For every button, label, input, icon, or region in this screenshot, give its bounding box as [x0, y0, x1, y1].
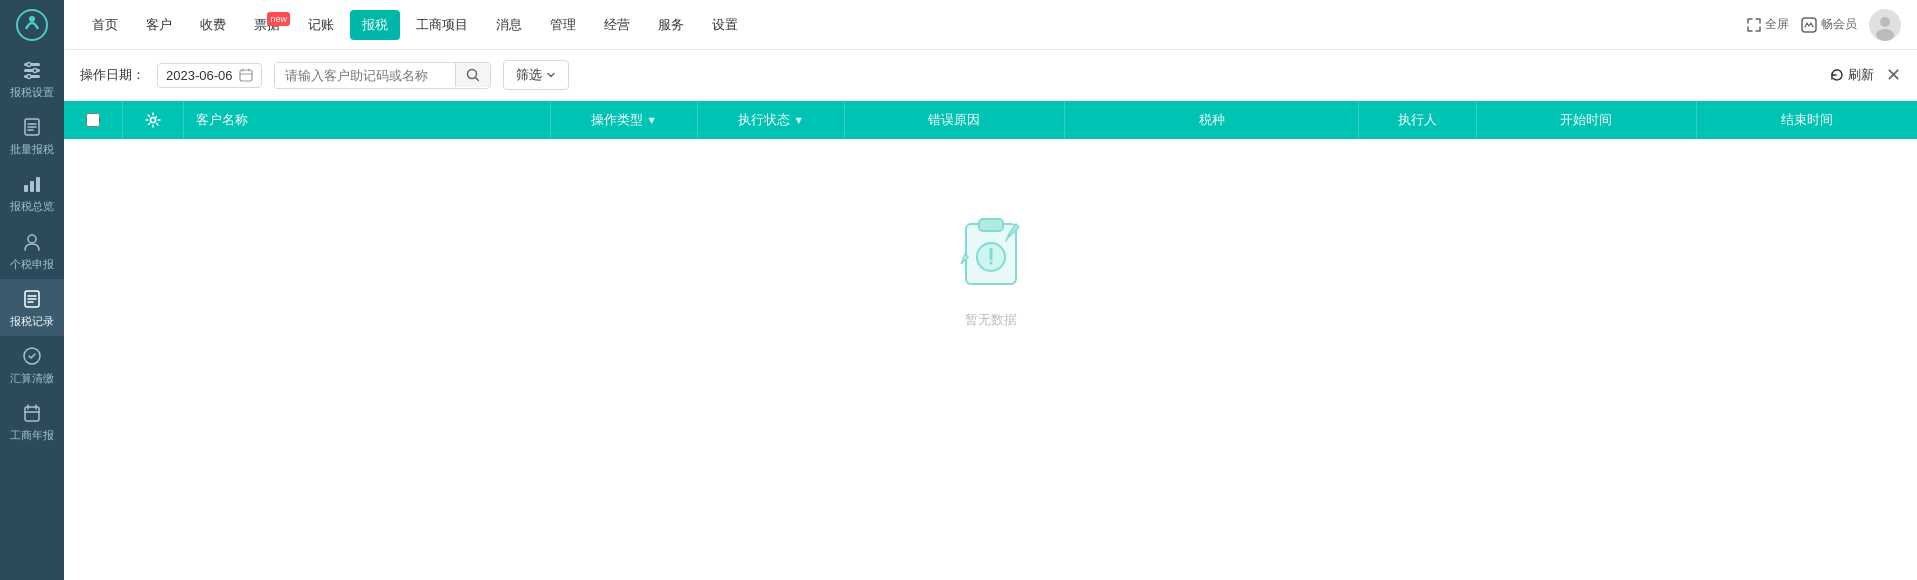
col-end-time-header: 结束时间 [1781, 112, 1833, 127]
sidebar-item-huisuanqingsuan[interactable]: 汇算清缴 [0, 336, 64, 393]
svg-rect-9 [24, 185, 28, 192]
search-input[interactable] [275, 63, 455, 88]
col-tax-header: 税种 [1199, 112, 1225, 127]
nav-item-baoshui[interactable]: 报税 [350, 10, 400, 40]
settlement-icon [20, 344, 44, 368]
nav-item-jingying[interactable]: 经营 [592, 10, 642, 40]
col-executor-header: 执行人 [1398, 112, 1437, 127]
filter-button[interactable]: 筛选 [503, 60, 569, 90]
new-badge: new [267, 12, 290, 26]
member-button[interactable]: 畅会员 [1801, 16, 1857, 33]
svg-rect-20 [240, 70, 252, 81]
settings-icon [20, 58, 44, 82]
filter-label: 筛选 [516, 66, 542, 84]
search-wrapper [274, 62, 491, 89]
svg-rect-11 [36, 177, 40, 192]
sidebar-item-gerensuishen[interactable]: 个税申报 [0, 222, 64, 279]
search-icon [466, 68, 480, 82]
chevron-down-icon [546, 70, 556, 80]
sidebar-item-label: 批量报税 [10, 143, 54, 156]
nav-item-shezhi[interactable]: 设置 [700, 10, 750, 40]
nav-item-guanli[interactable]: 管理 [538, 10, 588, 40]
sidebar-item-baoshuijilu[interactable]: 报税记录 [0, 279, 64, 336]
nav-item-jizhang[interactable]: 记账 [296, 10, 346, 40]
svg-point-26 [989, 262, 992, 265]
nav-item-xiaoxi[interactable]: 消息 [484, 10, 534, 40]
svg-point-7 [27, 75, 31, 79]
personal-tax-icon [20, 230, 44, 254]
close-button[interactable]: ✕ [1886, 66, 1901, 84]
svg-point-5 [27, 63, 31, 67]
member-icon [1801, 17, 1817, 33]
batch-tax-icon [20, 115, 44, 139]
date-value: 2023-06-06 [166, 68, 233, 83]
svg-point-1 [29, 16, 35, 22]
refresh-icon [1830, 68, 1844, 82]
svg-rect-15 [25, 407, 39, 421]
user-avatar[interactable] [1869, 9, 1901, 41]
sidebar-item-baoshuishezhi[interactable]: 报税设置 [0, 50, 64, 107]
date-label: 操作日期： [80, 66, 145, 84]
sidebar-item-label: 报税设置 [10, 86, 54, 99]
svg-point-6 [33, 69, 37, 73]
sidebar-item-baoshuizonglan[interactable]: 报税总览 [0, 164, 64, 221]
nav-item-shouye[interactable]: 首页 [80, 10, 130, 40]
calendar-icon [239, 68, 253, 82]
nav-item-gongshangxiangmu[interactable]: 工商项目 [404, 10, 480, 40]
select-all-checkbox[interactable] [86, 113, 100, 127]
search-button[interactable] [455, 63, 490, 87]
sidebar-item-gongshangnianbian[interactable]: 工商年报 [0, 393, 64, 450]
record-icon [20, 287, 44, 311]
col-status-header: 执行状态 [738, 112, 790, 127]
gear-icon[interactable] [145, 112, 161, 128]
empty-state: 暂无数据 [64, 139, 1917, 389]
refresh-label: 刷新 [1848, 66, 1874, 84]
nav-item-shoufei[interactable]: 收费 [188, 10, 238, 40]
toolbar: 操作日期： 2023-06-06 筛选 [64, 50, 1917, 101]
svg-point-0 [17, 10, 47, 40]
empty-text: 暂无数据 [965, 311, 1017, 329]
data-table: 客户名称 操作类型 ▼ 执行状态 ▼ 错误原因 [64, 101, 1917, 139]
top-navigation: 首页 客户 收费 票据 new 记账 报税 工商项目 消息 管理 经营 服务 设… [64, 0, 1917, 50]
col-name-header: 客户名称 [196, 112, 248, 127]
svg-rect-24 [979, 219, 1003, 231]
content-area: 操作日期： 2023-06-06 筛选 [64, 50, 1917, 580]
date-picker[interactable]: 2023-06-06 [157, 63, 262, 88]
toolbar-right: 刷新 ✕ [1830, 66, 1901, 84]
main-area: 首页 客户 收费 票据 new 记账 报税 工商项目 消息 管理 经营 服务 设… [64, 0, 1917, 580]
sidebar-item-label: 报税记录 [10, 315, 54, 328]
sidebar-item-label: 报税总览 [10, 200, 54, 213]
col-op-type-header: 操作类型 [591, 112, 643, 127]
fullscreen-label: 全屏 [1765, 16, 1789, 33]
sidebar-logo[interactable] [0, 0, 64, 50]
overview-icon [20, 172, 44, 196]
sidebar-item-piliangbaoshui[interactable]: 批量报税 [0, 107, 64, 164]
nav-item-kehu[interactable]: 客户 [134, 10, 184, 40]
svg-rect-10 [30, 181, 34, 192]
fullscreen-icon [1747, 18, 1761, 32]
fullscreen-button[interactable]: 全屏 [1747, 16, 1789, 33]
sidebar-item-label: 工商年报 [10, 429, 54, 442]
refresh-button[interactable]: 刷新 [1830, 66, 1874, 84]
nav-item-piaoju[interactable]: 票据 new [242, 10, 292, 40]
annual-report-icon [20, 401, 44, 425]
col-start-time-header: 开始时间 [1560, 112, 1612, 127]
member-label: 畅会员 [1821, 16, 1857, 33]
sidebar-item-label: 汇算清缴 [10, 372, 54, 385]
sidebar: 报税设置 批量报税 报税总览 个税申报 [0, 0, 64, 580]
sidebar-item-label: 个税申报 [10, 258, 54, 271]
nav-items: 首页 客户 收费 票据 new 记账 报税 工商项目 消息 管理 经营 服务 设… [80, 10, 1747, 40]
table-container: 客户名称 操作类型 ▼ 执行状态 ▼ 错误原因 [64, 101, 1917, 580]
svg-point-12 [28, 235, 36, 243]
nav-item-fuwu[interactable]: 服务 [646, 10, 696, 40]
svg-point-18 [1880, 17, 1890, 27]
topnav-right: 全屏 畅会员 [1747, 9, 1901, 41]
empty-illustration [941, 199, 1041, 299]
svg-point-19 [1876, 29, 1894, 41]
col-error-header: 错误原因 [928, 112, 980, 127]
